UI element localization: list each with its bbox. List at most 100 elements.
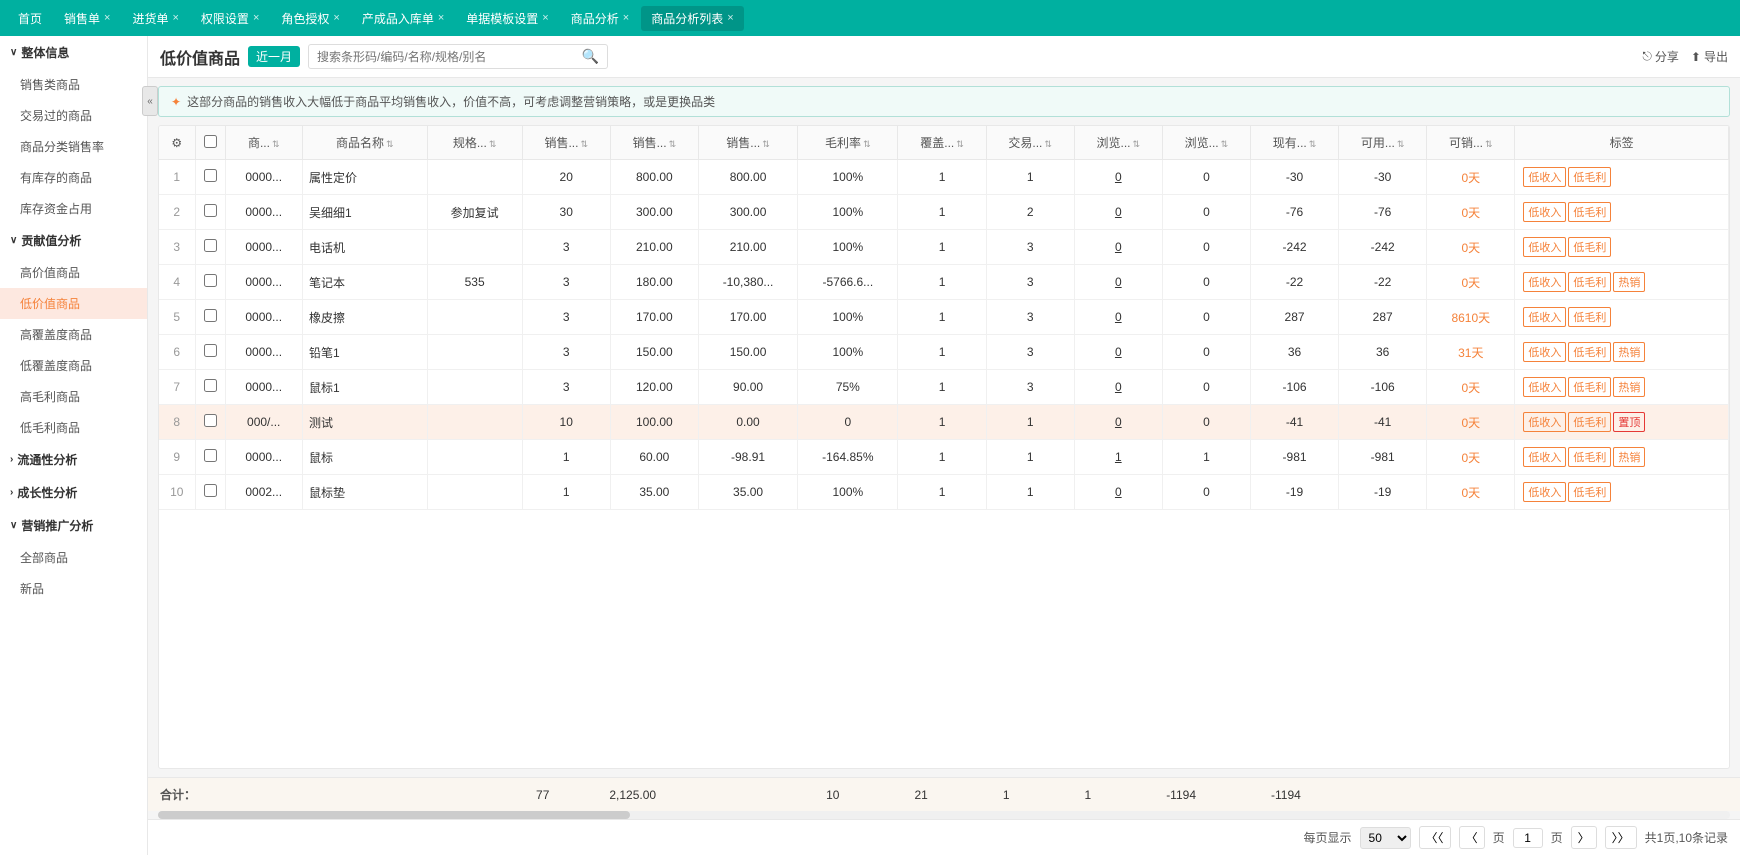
nav-permissions[interactable]: 权限设置 × bbox=[191, 6, 269, 31]
sidebar-item-traded-goods[interactable]: 交易过的商品 bbox=[0, 100, 147, 131]
per-page-select[interactable]: 50 100 200 bbox=[1360, 827, 1411, 849]
export-btn[interactable]: ⬆ 导出 bbox=[1691, 48, 1728, 65]
row-transaction: 1 bbox=[986, 440, 1074, 475]
row-checkbox[interactable] bbox=[204, 449, 217, 462]
sidebar-item-category-rate[interactable]: 商品分类销售率 bbox=[0, 131, 147, 162]
nav-products[interactable]: 产成品入库单 × bbox=[352, 6, 454, 31]
row-amt: 300.00 bbox=[610, 195, 698, 230]
select-all-checkbox[interactable] bbox=[204, 135, 217, 148]
row-amt: 170.00 bbox=[610, 300, 698, 335]
row-checkbox[interactable] bbox=[204, 414, 217, 427]
first-page-btn[interactable]: 〈〈 bbox=[1419, 826, 1451, 849]
sidebar-item-stock-goods[interactable]: 有库存的商品 bbox=[0, 162, 147, 193]
col-name[interactable]: 商品名称⇅ bbox=[302, 126, 427, 160]
browse1-link[interactable]: 0 bbox=[1115, 275, 1122, 289]
row-checkbox[interactable] bbox=[204, 379, 217, 392]
col-checkbox[interactable] bbox=[195, 126, 225, 160]
browse1-link[interactable]: 0 bbox=[1115, 345, 1122, 359]
browse1-link[interactable]: 0 bbox=[1115, 205, 1122, 219]
nav-templates-close[interactable]: × bbox=[542, 12, 548, 24]
browse1-link[interactable]: 0 bbox=[1115, 380, 1122, 394]
nav-purchase-close[interactable]: × bbox=[172, 12, 178, 24]
row-amt: 150.00 bbox=[610, 335, 698, 370]
sidebar-item-high-value[interactable]: 高价值商品 bbox=[0, 257, 147, 288]
share-btn[interactable]: ⎋ 分享 bbox=[1642, 48, 1679, 65]
last-page-btn[interactable]: 〉〉 bbox=[1605, 826, 1637, 849]
browse1-link[interactable]: 0 bbox=[1115, 485, 1122, 499]
sidebar-item-stock-capital[interactable]: 库存资金占用 bbox=[0, 193, 147, 224]
sidebar-collapse-btn[interactable]: « bbox=[142, 86, 158, 116]
nav-roles[interactable]: 角色授权 × bbox=[271, 6, 349, 31]
sidebar-item-sales-goods[interactable]: 销售类商品 bbox=[0, 69, 147, 100]
col-browse1[interactable]: 浏览...⇅ bbox=[1074, 126, 1162, 160]
next-page-btn[interactable]: 〉 bbox=[1571, 826, 1597, 849]
col-margin[interactable]: 毛利率⇅ bbox=[798, 126, 898, 160]
col-sellable[interactable]: 可销...⇅ bbox=[1427, 126, 1515, 160]
nav-templates[interactable]: 单据模板设置 × bbox=[456, 6, 558, 31]
col-settings[interactable]: ⚙ bbox=[159, 126, 195, 160]
sidebar-group-overview[interactable]: ∨ 整体信息 bbox=[0, 36, 147, 69]
sidebar-item-new-goods[interactable]: 新品 bbox=[0, 573, 147, 604]
col-coverage[interactable]: 覆盖...⇅ bbox=[898, 126, 986, 160]
row-checkbox[interactable] bbox=[204, 274, 217, 287]
sidebar-group-circulation[interactable]: › 流通性分析 bbox=[0, 443, 147, 476]
col-code[interactable]: 商...⇅ bbox=[225, 126, 302, 160]
page-input[interactable] bbox=[1513, 828, 1543, 848]
browse1-link[interactable]: 0 bbox=[1115, 170, 1122, 184]
sidebar: ∨ 整体信息 销售类商品 交易过的商品 商品分类销售率 有库存的商品 库存资金占… bbox=[0, 36, 148, 855]
sidebar-group-contribution[interactable]: ∨ 贡献值分析 bbox=[0, 224, 147, 257]
col-browse2[interactable]: 浏览...⇅ bbox=[1162, 126, 1250, 160]
total-transaction: 21 bbox=[914, 788, 927, 802]
sidebar-item-low-coverage[interactable]: 低覆盖度商品 bbox=[0, 350, 147, 381]
nav-purchase[interactable]: 进货单 × bbox=[122, 6, 188, 31]
row-current: -30 bbox=[1250, 160, 1338, 195]
sidebar-item-stock-goods-label: 有库存的商品 bbox=[20, 171, 92, 185]
nav-products-close[interactable]: × bbox=[438, 12, 444, 24]
sidebar-group-circulation-label: 流通性分析 bbox=[17, 451, 77, 468]
row-checkbox[interactable] bbox=[204, 204, 217, 217]
nav-analysis-close[interactable]: × bbox=[623, 12, 629, 24]
search-input[interactable] bbox=[317, 50, 582, 64]
nav-analysis-list-close[interactable]: × bbox=[727, 12, 733, 24]
nav-permissions-close[interactable]: × bbox=[253, 12, 259, 24]
col-spec[interactable]: 规格...⇅ bbox=[427, 126, 522, 160]
nav-analysis[interactable]: 商品分析 × bbox=[561, 6, 639, 31]
filter-btn[interactable]: 近一月 bbox=[248, 46, 300, 67]
nav-roles-close[interactable]: × bbox=[333, 12, 339, 24]
browse1-link[interactable]: 0 bbox=[1115, 240, 1122, 254]
scrollbar-thumb[interactable] bbox=[158, 811, 630, 819]
row-checkbox[interactable] bbox=[204, 309, 217, 322]
col-current-stock[interactable]: 现有...⇅ bbox=[1250, 126, 1338, 160]
browse1-link[interactable]: 1 bbox=[1115, 450, 1122, 464]
col-available-stock[interactable]: 可用...⇅ bbox=[1339, 126, 1427, 160]
nav-analysis-list[interactable]: 商品分析列表 × bbox=[641, 6, 743, 31]
col-sales-qty[interactable]: 销售...⇅ bbox=[522, 126, 610, 160]
col-sales-price[interactable]: 销售...⇅ bbox=[698, 126, 797, 160]
sidebar-item-low-value[interactable]: 低价值商品 bbox=[0, 288, 147, 319]
nav-home[interactable]: 首页 bbox=[8, 6, 52, 31]
horizontal-scrollbar[interactable] bbox=[158, 811, 1730, 819]
row-transaction: 3 bbox=[986, 370, 1074, 405]
search-icon[interactable]: 🔍 bbox=[582, 48, 599, 65]
browse1-link[interactable]: 0 bbox=[1115, 415, 1122, 429]
sidebar-item-low-margin[interactable]: 低毛利商品 bbox=[0, 412, 147, 443]
nav-sales-close[interactable]: × bbox=[104, 12, 110, 24]
nav-sales[interactable]: 销售单 × bbox=[54, 6, 120, 31]
sidebar-group-marketing[interactable]: ∨ 营销推广分析 bbox=[0, 509, 147, 542]
row-qty: 3 bbox=[522, 300, 610, 335]
row-tags: 低收入低毛利 bbox=[1515, 195, 1729, 230]
col-sales-amt[interactable]: 销售...⇅ bbox=[610, 126, 698, 160]
row-checkbox[interactable] bbox=[204, 239, 217, 252]
row-checkbox[interactable] bbox=[204, 484, 217, 497]
row-checkbox[interactable] bbox=[204, 169, 217, 182]
sidebar-item-high-margin[interactable]: 高毛利商品 bbox=[0, 381, 147, 412]
sidebar-item-all-goods[interactable]: 全部商品 bbox=[0, 542, 147, 573]
browse1-link[interactable]: 0 bbox=[1115, 310, 1122, 324]
col-tags[interactable]: 标签 bbox=[1515, 126, 1729, 160]
row-code: 0000... bbox=[225, 335, 302, 370]
sidebar-item-high-coverage[interactable]: 高覆盖度商品 bbox=[0, 319, 147, 350]
prev-page-btn[interactable]: 〈 bbox=[1459, 826, 1485, 849]
sidebar-group-growth[interactable]: › 成长性分析 bbox=[0, 476, 147, 509]
row-checkbox[interactable] bbox=[204, 344, 217, 357]
col-transaction[interactable]: 交易...⇅ bbox=[986, 126, 1074, 160]
